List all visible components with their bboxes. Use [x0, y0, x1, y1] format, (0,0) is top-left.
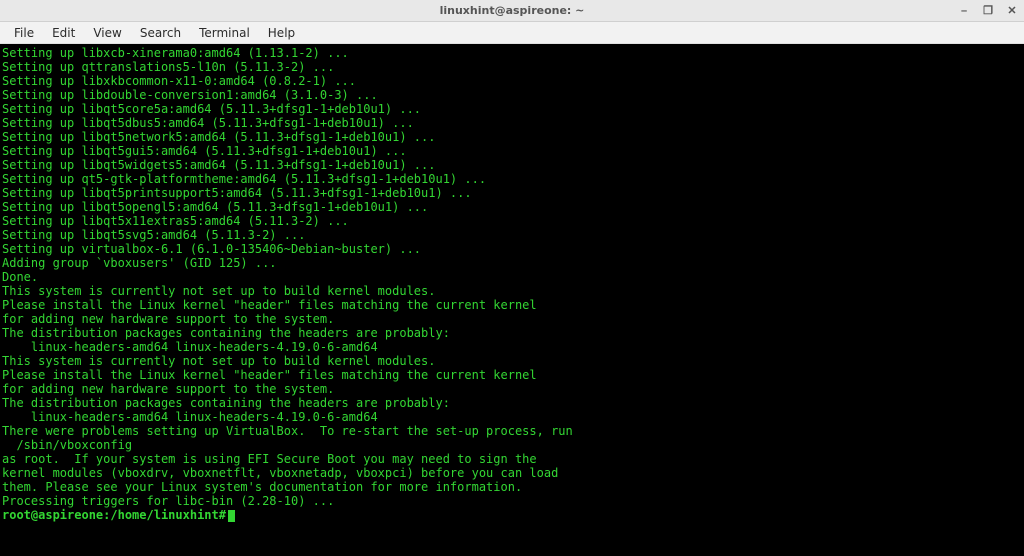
terminal-output-line: kernel modules (vboxdrv, vboxnetflt, vbo…	[2, 466, 1022, 480]
terminal-output-line: for adding new hardware support to the s…	[2, 382, 1022, 396]
terminal-output-line: Setting up libqt5printsupport5:amd64 (5.…	[2, 186, 1022, 200]
terminal-output-line: them. Please see your Linux system's doc…	[2, 480, 1022, 494]
terminal-output-line: This system is currently not set up to b…	[2, 354, 1022, 368]
terminal-output-line: Setting up qttranslations5-l10n (5.11.3-…	[2, 60, 1022, 74]
terminal-output-line: Setting up libqt5opengl5:amd64 (5.11.3+d…	[2, 200, 1022, 214]
terminal-output-line: Setting up libxcb-xinerama0:amd64 (1.13.…	[2, 46, 1022, 60]
titlebar: linuxhint@aspireone: ~ – ❐ ✕	[0, 0, 1024, 22]
terminal-output-line: for adding new hardware support to the s…	[2, 312, 1022, 326]
menu-edit[interactable]: Edit	[44, 24, 83, 42]
window-title: linuxhint@aspireone: ~	[440, 4, 585, 17]
terminal-output-line: /sbin/vboxconfig	[2, 438, 1022, 452]
terminal-output-line: Setting up libqt5core5a:amd64 (5.11.3+df…	[2, 102, 1022, 116]
window-controls: – ❐ ✕	[958, 0, 1018, 22]
cursor-icon	[228, 510, 235, 522]
terminal-output-line: Done.	[2, 270, 1022, 284]
terminal-output-line: Setting up libqt5x11extras5:amd64 (5.11.…	[2, 214, 1022, 228]
terminal-output-line: Setting up libdouble-conversion1:amd64 (…	[2, 88, 1022, 102]
terminal-output-line: The distribution packages containing the…	[2, 396, 1022, 410]
terminal-output-line: linux-headers-amd64 linux-headers-4.19.0…	[2, 410, 1022, 424]
terminal-area[interactable]: Setting up libxcb-xinerama0:amd64 (1.13.…	[0, 44, 1024, 556]
terminal-output-line: Processing triggers for libc-bin (2.28-1…	[2, 494, 1022, 508]
terminal-output-line: Setting up libxkbcommon-x11-0:amd64 (0.8…	[2, 74, 1022, 88]
terminal-output-line: Setting up libqt5gui5:amd64 (5.11.3+dfsg…	[2, 144, 1022, 158]
menu-view[interactable]: View	[85, 24, 129, 42]
terminal-output-line: This system is currently not set up to b…	[2, 284, 1022, 298]
terminal-output-line: There were problems setting up VirtualBo…	[2, 424, 1022, 438]
menu-terminal[interactable]: Terminal	[191, 24, 258, 42]
menubar: File Edit View Search Terminal Help	[0, 22, 1024, 44]
menu-file[interactable]: File	[6, 24, 42, 42]
terminal-output-line: Please install the Linux kernel "header"…	[2, 298, 1022, 312]
close-button[interactable]: ✕	[1006, 6, 1018, 17]
terminal-output-line: Please install the Linux kernel "header"…	[2, 368, 1022, 382]
prompt-path: :/home/linuxhint#	[103, 508, 226, 522]
terminal-output-line: Setting up libqt5network5:amd64 (5.11.3+…	[2, 130, 1022, 144]
maximize-button[interactable]: ❐	[982, 6, 994, 17]
terminal-output-line: linux-headers-amd64 linux-headers-4.19.0…	[2, 340, 1022, 354]
menu-help[interactable]: Help	[260, 24, 303, 42]
terminal-prompt[interactable]: root@aspireone:/home/linuxhint#	[2, 508, 1022, 522]
terminal-window: linuxhint@aspireone: ~ – ❐ ✕ File Edit V…	[0, 0, 1024, 556]
terminal-output-line: Setting up virtualbox-6.1 (6.1.0-135406~…	[2, 242, 1022, 256]
prompt-user-host: root@aspireone	[2, 508, 103, 522]
terminal-output-line: Setting up libqt5svg5:amd64 (5.11.3-2) .…	[2, 228, 1022, 242]
terminal-output-line: Setting up libqt5widgets5:amd64 (5.11.3+…	[2, 158, 1022, 172]
menu-search[interactable]: Search	[132, 24, 189, 42]
terminal-output-line: as root. If your system is using EFI Sec…	[2, 452, 1022, 466]
minimize-button[interactable]: –	[958, 6, 970, 17]
terminal-output-line: Setting up libqt5dbus5:amd64 (5.11.3+dfs…	[2, 116, 1022, 130]
terminal-output-line: Adding group `vboxusers' (GID 125) ...	[2, 256, 1022, 270]
terminal-output-line: The distribution packages containing the…	[2, 326, 1022, 340]
terminal-output-line: Setting up qt5-gtk-platformtheme:amd64 (…	[2, 172, 1022, 186]
